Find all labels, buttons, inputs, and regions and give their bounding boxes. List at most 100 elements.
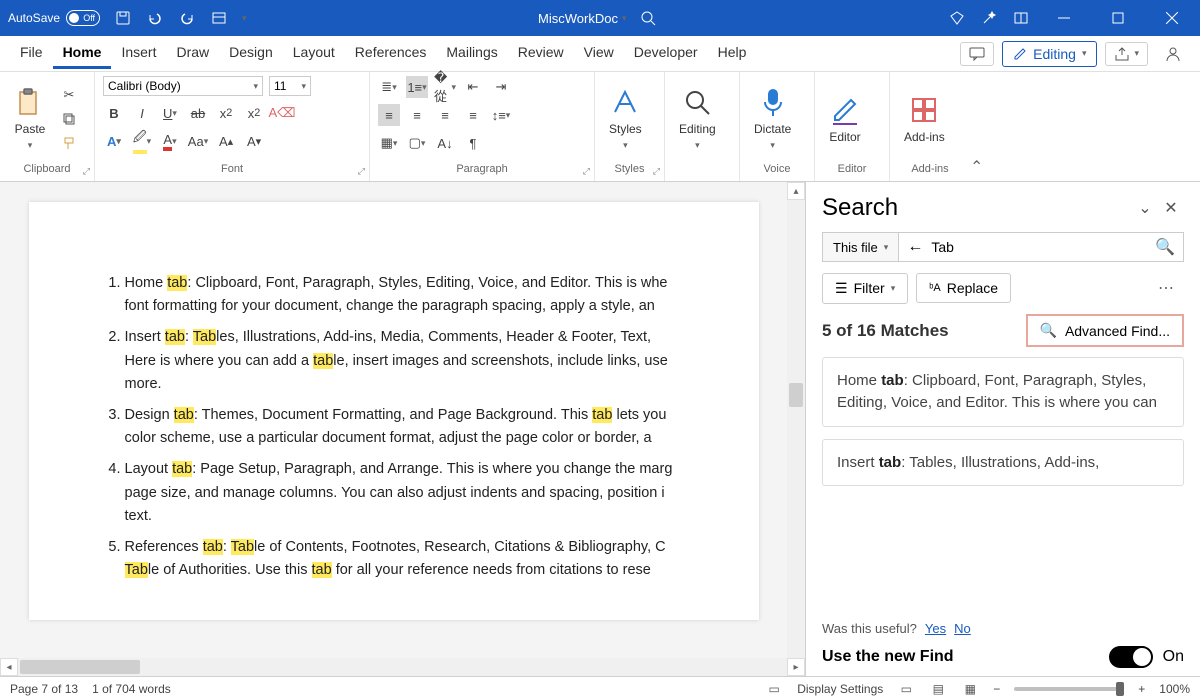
highlight-icon[interactable]: 🖉▾ <box>131 130 153 152</box>
text-effects-icon[interactable]: A▾ <box>103 130 125 152</box>
pane-close-icon[interactable]: ✕ <box>1158 195 1184 221</box>
advanced-find-button[interactable]: 🔍Advanced Find... <box>1026 314 1185 347</box>
zoom-level[interactable]: 100% <box>1159 682 1190 696</box>
zoom-out-icon[interactable]: − <box>993 682 1000 696</box>
filter-button[interactable]: ☰Filter▾ <box>822 273 908 304</box>
copy-icon[interactable] <box>58 108 80 130</box>
cut-icon[interactable]: ✂ <box>58 84 80 106</box>
save-icon[interactable] <box>114 9 132 27</box>
grow-font-icon[interactable]: A▴ <box>215 130 237 152</box>
scroll-left-icon[interactable]: ◂ <box>0 658 18 676</box>
comments-button[interactable] <box>960 42 994 66</box>
align-center-icon[interactable]: ≡ <box>406 104 428 126</box>
feedback-no[interactable]: No <box>954 621 971 636</box>
zoom-slider[interactable] <box>1014 687 1124 691</box>
display-settings-icon[interactable]: ▭ <box>765 680 783 698</box>
font-name-combo[interactable]: Calibri (Body)▾ <box>103 76 263 96</box>
font-launcher[interactable]: ⤢ <box>358 166 365 177</box>
tab-developer[interactable]: Developer <box>624 38 708 69</box>
editing-dropdown[interactable]: Editing▾ <box>673 86 722 151</box>
superscript-button[interactable]: x2 <box>243 102 265 124</box>
search-input-box[interactable]: ← 🔍 <box>899 232 1184 262</box>
pane-dropdown-icon[interactable]: ⌄ <box>1132 195 1158 221</box>
paste-button[interactable]: Paste▾ <box>8 86 52 151</box>
focus-view-icon[interactable]: ▭ <box>897 680 915 698</box>
diamond-icon[interactable] <box>948 9 966 27</box>
tab-help[interactable]: Help <box>708 38 757 69</box>
scroll-thumb[interactable] <box>789 383 803 407</box>
scroll-right-icon[interactable]: ▸ <box>787 658 805 676</box>
tab-file[interactable]: File <box>10 38 53 69</box>
addins-button[interactable]: Add-ins <box>898 94 951 144</box>
tab-references[interactable]: References <box>345 38 437 69</box>
tab-draw[interactable]: Draw <box>166 38 219 69</box>
web-layout-icon[interactable]: ▦ <box>961 680 979 698</box>
minimize-button[interactable] <box>1044 0 1084 36</box>
styles-launcher[interactable]: ⤢ <box>653 166 660 177</box>
status-page[interactable]: Page 7 of 13 <box>10 682 78 696</box>
redo-icon[interactable] <box>178 9 196 27</box>
strikethrough-button[interactable]: ab <box>187 102 209 124</box>
collapse-ribbon-icon[interactable]: ⌃ <box>970 157 993 181</box>
tab-design[interactable]: Design <box>219 38 283 69</box>
search-scope-combo[interactable]: This file▾ <box>822 232 899 262</box>
sort-icon[interactable]: A↓ <box>434 132 456 154</box>
search-input[interactable] <box>931 233 1147 261</box>
search-icon[interactable] <box>639 9 657 27</box>
format-painter-icon[interactable] <box>58 132 80 154</box>
bullets-icon[interactable]: ≣▾ <box>378 76 400 98</box>
close-button[interactable] <box>1152 0 1192 36</box>
status-words[interactable]: 1 of 704 words <box>92 682 171 696</box>
increase-indent-icon[interactable]: ⇥ <box>490 76 512 98</box>
justify-icon[interactable]: ≡ <box>462 104 484 126</box>
feedback-yes[interactable]: Yes <box>925 621 946 636</box>
autosave-toggle[interactable]: AutoSave Off <box>8 10 100 26</box>
clipboard-launcher[interactable]: ⤢ <box>83 166 90 177</box>
back-arrow-icon[interactable]: ← <box>907 238 923 256</box>
underline-button[interactable]: U▾ <box>159 102 181 124</box>
tab-view[interactable]: View <box>574 38 624 69</box>
maximize-button[interactable] <box>1098 0 1138 36</box>
search-go-icon[interactable]: 🔍 <box>1155 237 1175 257</box>
more-options-icon[interactable]: ⋯ <box>1148 272 1184 304</box>
zoom-in-icon[interactable]: + <box>1138 682 1145 696</box>
horizontal-scrollbar[interactable]: ◂ ▸ <box>0 658 805 676</box>
new-find-toggle[interactable] <box>1109 646 1153 668</box>
tab-review[interactable]: Review <box>508 38 574 69</box>
undo-icon[interactable] <box>146 9 164 27</box>
document-title[interactable]: MiscWorkDoc ▾ <box>538 11 626 26</box>
decrease-indent-icon[interactable]: ⇤ <box>462 76 484 98</box>
numbering-icon[interactable]: 1≡▾ <box>406 76 428 98</box>
align-left-icon[interactable]: ≡ <box>378 104 400 126</box>
window-icon[interactable] <box>1012 9 1030 27</box>
share-button[interactable]: ▾ <box>1105 42 1148 66</box>
paragraph-launcher[interactable]: ⤢ <box>583 166 590 177</box>
print-layout-icon[interactable]: ▤ <box>929 680 947 698</box>
multilevel-list-icon[interactable]: �從▾ <box>434 76 456 98</box>
subscript-button[interactable]: x2 <box>215 102 237 124</box>
scroll-up-icon[interactable]: ▴ <box>787 182 805 200</box>
font-size-combo[interactable]: 11▾ <box>269 76 311 96</box>
dictate-button[interactable]: Dictate▾ <box>748 86 797 151</box>
borders-icon[interactable]: ▢▾ <box>406 132 428 154</box>
editor-button[interactable]: Editor <box>823 94 867 144</box>
bold-button[interactable]: B <box>103 102 125 124</box>
styles-button[interactable]: Styles▾ <box>603 86 648 151</box>
editing-mode-button[interactable]: Editing▾ <box>1002 41 1097 67</box>
tab-home[interactable]: Home <box>53 38 112 69</box>
clear-format-icon[interactable]: A⌫ <box>271 102 293 124</box>
tab-mailings[interactable]: Mailings <box>436 38 507 69</box>
font-color-icon[interactable]: A▾ <box>159 130 181 152</box>
align-right-icon[interactable]: ≡ <box>434 104 456 126</box>
line-spacing-icon[interactable]: ↕≡▾ <box>490 104 512 126</box>
wand-icon[interactable] <box>980 9 998 27</box>
shading-icon[interactable]: ▦▾ <box>378 132 400 154</box>
document-canvas[interactable]: Home tab: Clipboard, Font, Paragraph, St… <box>0 182 787 658</box>
replace-button[interactable]: ᵇAReplace <box>916 273 1011 303</box>
vertical-scrollbar[interactable]: ▴ <box>787 182 805 658</box>
search-result[interactable]: Home tab: Clipboard, Font, Paragraph, St… <box>822 357 1184 427</box>
italic-button[interactable]: I <box>131 102 153 124</box>
quick-access-icon[interactable] <box>210 9 228 27</box>
hscroll-thumb[interactable] <box>20 660 140 674</box>
status-display-settings[interactable]: Display Settings <box>797 682 883 696</box>
